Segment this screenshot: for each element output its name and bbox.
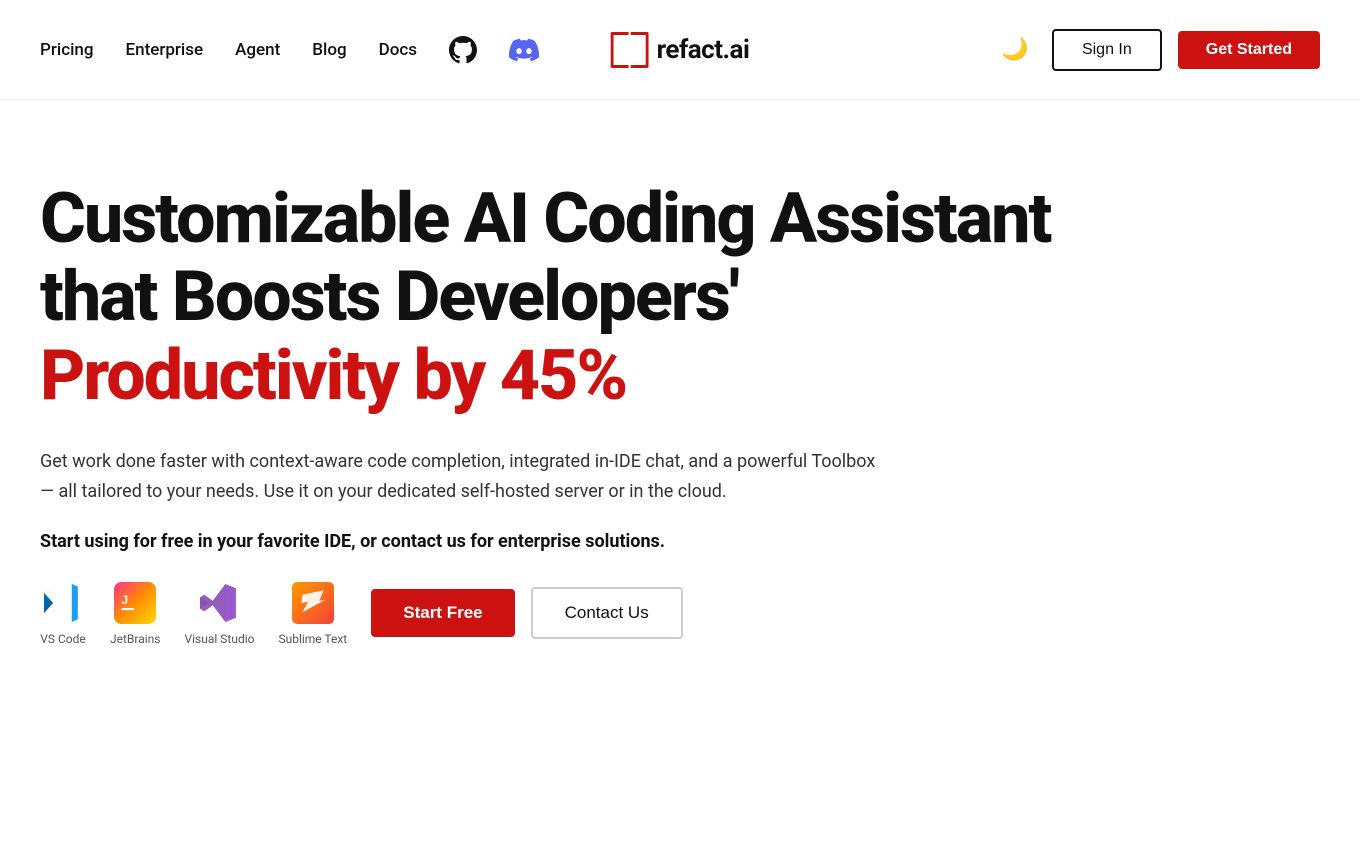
nav-docs[interactable]: Docs — [379, 40, 417, 60]
github-icon[interactable] — [449, 36, 477, 64]
get-started-button[interactable]: Get Started — [1178, 31, 1320, 69]
jetbrains-label: JetBrains — [110, 632, 160, 646]
start-free-button[interactable]: Start Free — [371, 589, 514, 637]
svg-text:J: J — [122, 593, 129, 606]
nav-blog[interactable]: Blog — [312, 40, 346, 60]
vscode-icon — [40, 580, 86, 626]
sublimetext-icon — [290, 580, 336, 626]
hero-section: Customizable AI Coding Assistant that Bo… — [0, 100, 1100, 734]
ide-icons-row: VS Code J JetBrains — [40, 580, 1060, 646]
logo-text: refact.ai — [657, 35, 750, 65]
visualstudio-label: Visual Studio — [184, 632, 254, 646]
bracket-left-icon — [611, 32, 629, 68]
ide-jetbrains: J JetBrains — [110, 580, 160, 646]
hero-title-line1: Customizable AI Coding Assistant — [40, 180, 1060, 258]
visualstudio-icon — [196, 580, 242, 626]
ide-visualstudio: Visual Studio — [184, 580, 254, 646]
hero-title-line2: that Boosts Developers' — [40, 258, 1060, 336]
hero-title-accent: Productivity by 45% — [40, 337, 1060, 415]
header-right: 🌙 Sign In Get Started — [994, 29, 1320, 71]
nav-pricing[interactable]: Pricing — [40, 40, 94, 60]
logo[interactable]: refact.ai — [611, 32, 750, 68]
nav-enterprise[interactable]: Enterprise — [126, 40, 204, 60]
hero-title: Customizable AI Coding Assistant that Bo… — [40, 180, 1060, 415]
contact-us-button[interactable]: Contact Us — [531, 587, 683, 639]
vscode-label: VS Code — [40, 632, 86, 646]
dark-mode-toggle[interactable]: 🌙 — [994, 29, 1036, 71]
ide-sublimetext: Sublime Text — [278, 580, 347, 646]
hero-cta-text: Start using for free in your favorite ID… — [40, 531, 1060, 552]
sign-in-button[interactable]: Sign In — [1052, 29, 1162, 71]
nav-agent[interactable]: Agent — [235, 40, 280, 60]
hero-buttons: Start Free Contact Us — [371, 587, 682, 639]
discord-icon[interactable] — [509, 35, 539, 65]
sublimetext-label: Sublime Text — [278, 632, 347, 646]
ide-vscode: VS Code — [40, 580, 86, 646]
nav-left: Pricing Enterprise Agent Blog Docs — [40, 35, 539, 65]
jetbrains-icon: J — [112, 580, 158, 626]
bracket-right-icon — [631, 32, 649, 68]
hero-description: Get work done faster with context-aware … — [40, 447, 880, 506]
header: Pricing Enterprise Agent Blog Docs refac… — [0, 0, 1360, 100]
logo-brackets — [611, 32, 649, 68]
